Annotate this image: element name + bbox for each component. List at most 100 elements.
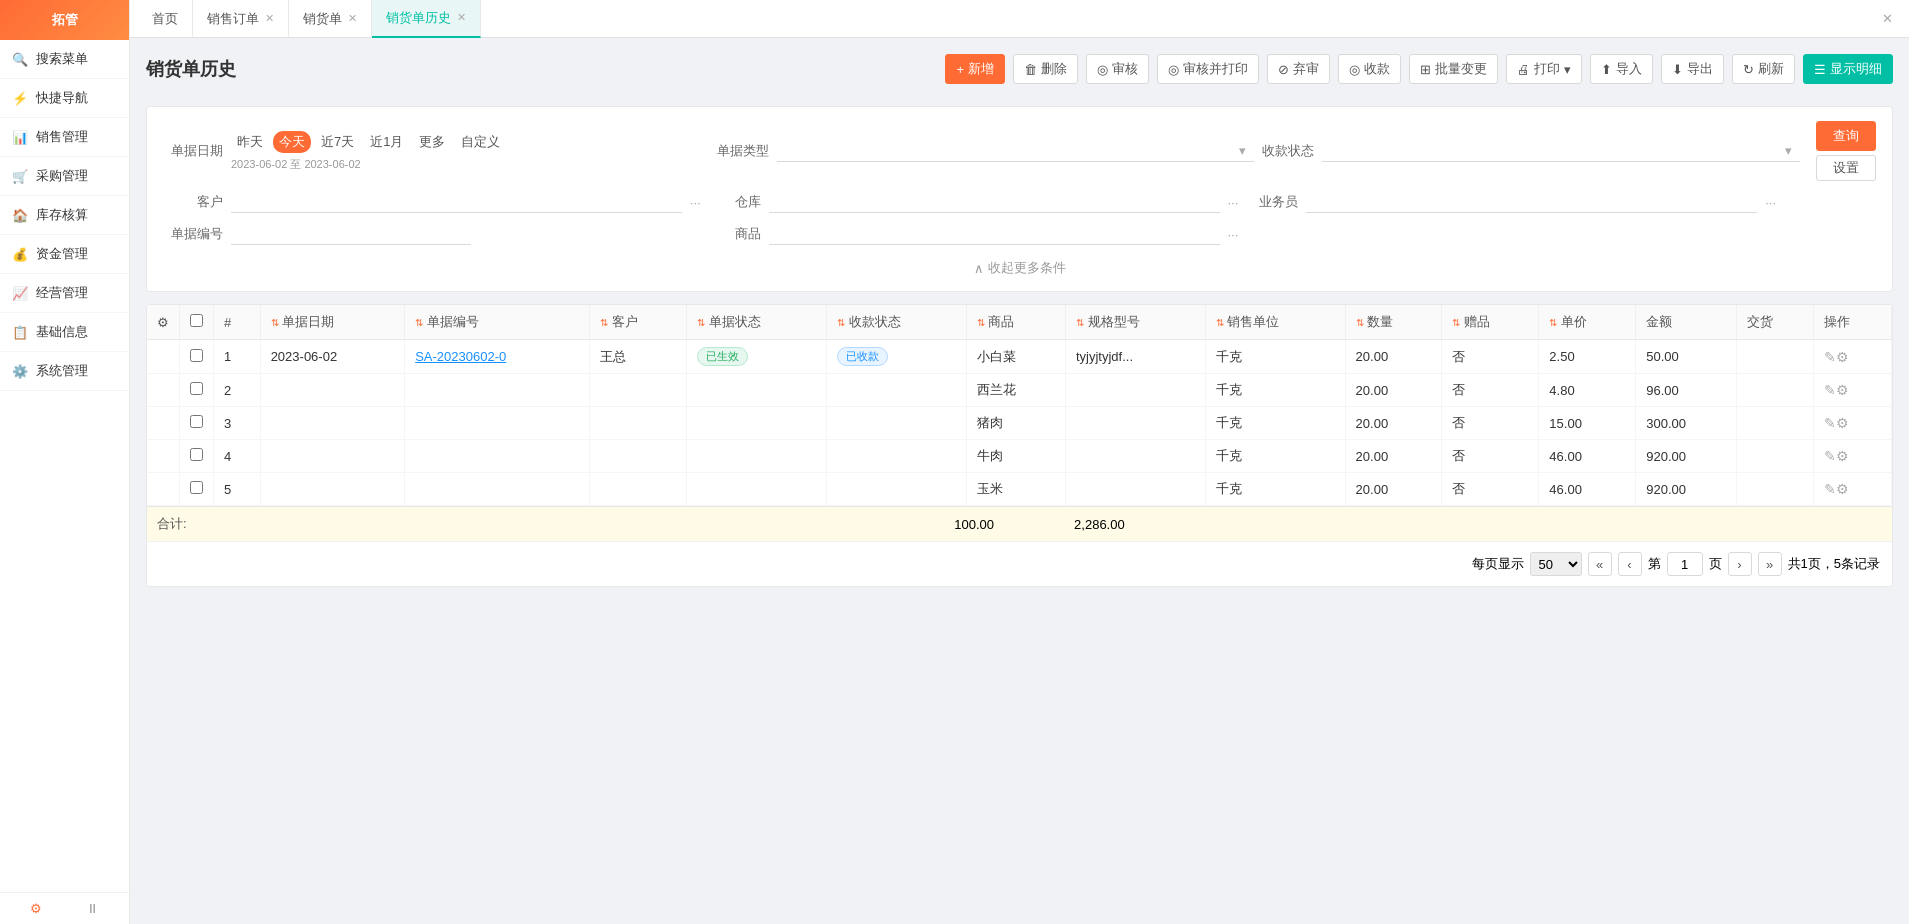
tab-home[interactable]: 首页 [138,0,193,38]
page-prev-button[interactable]: ‹ [1618,552,1642,576]
td-doc-number[interactable]: SA-20230602-0 [405,340,590,374]
refresh-button[interactable]: ↻ 刷新 [1732,54,1795,84]
select-all-checkbox[interactable] [190,314,203,327]
th-customer[interactable]: ⇅ 客户 [590,305,687,340]
th-doc-number[interactable]: ⇅ 单据编号 [405,305,590,340]
tab-sales-order[interactable]: 销售订单 ✕ [193,0,289,38]
tab-sales-delivery[interactable]: 销货单 ✕ [289,0,372,38]
td-checkbox[interactable] [180,407,214,440]
tab-sales-delivery-history[interactable]: 销货单历史 ✕ [372,0,481,38]
customer-dots[interactable]: ··· [690,195,701,210]
close-all-button[interactable]: ✕ [1874,11,1901,26]
audit-button[interactable]: ◎ 审核 [1086,54,1149,84]
delete-button[interactable]: 🗑 删除 [1013,54,1078,84]
td-action[interactable]: ✎⚙ [1814,407,1892,440]
sidebar-item-purchase[interactable]: 🛒 采购管理 [0,157,129,196]
td-action[interactable]: ✎⚙ [1814,340,1892,374]
sidebar-item-inventory[interactable]: 🏠 库存核算 [0,196,129,235]
row-checkbox[interactable] [190,448,203,461]
sidebar-item-quicknav[interactable]: ⚡ 快捷导航 [0,79,129,118]
th-checkbox[interactable] [180,305,214,340]
td-doc-number[interactable] [405,473,590,506]
edit-icon[interactable]: ✎ [1824,448,1836,464]
date-btn-7days[interactable]: 近7天 [315,131,360,153]
edit-icon[interactable]: ✎ [1824,382,1836,398]
setting-button[interactable]: 设置 [1816,155,1876,181]
th-qty[interactable]: ⇅ 数量 [1345,305,1442,340]
settings-icon[interactable]: ⚙ [1836,349,1849,365]
batch-change-button[interactable]: ⊞ 批量变更 [1409,54,1498,84]
settings-icon[interactable]: ⚙ [1836,415,1849,431]
row-checkbox[interactable] [190,349,203,362]
paystatus-select[interactable]: ▾ [1322,140,1800,162]
th-goods[interactable]: ⇅ 商品 [966,305,1065,340]
warehouse-dots[interactable]: ··· [1228,195,1239,210]
date-btn-1month[interactable]: 近1月 [364,131,409,153]
date-btn-more[interactable]: 更多 [413,131,451,153]
sidebar-item-sales[interactable]: 📊 销售管理 [0,118,129,157]
sidebar-item-search[interactable]: 🔍 搜索菜单 [0,40,129,79]
date-btn-today[interactable]: 今天 [273,131,311,153]
td-action[interactable]: ✎⚙ [1814,440,1892,473]
page-first-button[interactable]: « [1588,552,1612,576]
show-detail-button[interactable]: ☰ 显示明细 [1803,54,1893,84]
abandon-button[interactable]: ⊘ 弃审 [1267,54,1330,84]
settings-icon[interactable]: ⚙ [1836,448,1849,464]
th-pay-status[interactable]: ⇅ 收款状态 [827,305,967,340]
td-checkbox[interactable] [180,374,214,407]
goods-input[interactable] [769,223,1220,245]
import-button[interactable]: ⬆ 导入 [1590,54,1653,84]
collapse-button[interactable]: ∧ 收起更多条件 [163,255,1876,277]
print-button[interactable]: 🖨 打印 ▾ [1506,54,1582,84]
th-unit[interactable]: ⇅ 销售单位 [1205,305,1345,340]
date-btn-yesterday[interactable]: 昨天 [231,131,269,153]
td-action[interactable]: ✎⚙ [1814,473,1892,506]
goods-dots[interactable]: ··· [1228,227,1239,242]
customer-input[interactable] [231,191,682,213]
warehouse-input[interactable] [769,191,1220,213]
salesperson-dots[interactable]: ··· [1765,195,1776,210]
date-btn-custom[interactable]: 自定义 [455,131,506,153]
doctype-select[interactable]: ▾ [777,140,1255,162]
docnum-input[interactable] [231,223,471,245]
page-last-button[interactable]: » [1758,552,1782,576]
doc-number-link[interactable]: SA-20230602-0 [415,349,506,364]
close-icon[interactable]: ✕ [265,12,274,25]
sidebar-bottom-icon1[interactable]: ⚙ [30,901,42,916]
salesperson-input[interactable] [1306,191,1757,213]
row-checkbox[interactable] [190,415,203,428]
close-icon[interactable]: ✕ [457,11,466,24]
sidebar-item-basic[interactable]: 📋 基础信息 [0,313,129,352]
sidebar-item-operation[interactable]: 📈 经营管理 [0,274,129,313]
query-button[interactable]: 查询 [1816,121,1876,151]
td-checkbox[interactable] [180,440,214,473]
per-page-select[interactable]: 50 100 200 [1530,552,1582,576]
th-unit-price[interactable]: ⇅ 单价 [1539,305,1636,340]
td-doc-number[interactable] [405,440,590,473]
audit-print-button[interactable]: ◎ 审核并打印 [1157,54,1259,84]
row-checkbox[interactable] [190,481,203,494]
page-next-button[interactable]: › [1728,552,1752,576]
edit-icon[interactable]: ✎ [1824,415,1836,431]
th-settings[interactable]: ⚙ [147,305,180,340]
td-doc-number[interactable] [405,374,590,407]
page-input[interactable] [1667,552,1703,576]
export-button[interactable]: ⬇ 导出 [1661,54,1724,84]
sidebar-bottom-icon2[interactable]: ⏸ [86,901,99,916]
th-doc-date[interactable]: ⇅ 单据日期 [260,305,405,340]
collect-button[interactable]: ◎ 收款 [1338,54,1401,84]
th-doc-status[interactable]: ⇅ 单据状态 [687,305,827,340]
th-spec[interactable]: ⇅ 规格型号 [1065,305,1205,340]
sidebar-item-finance[interactable]: 💰 资金管理 [0,235,129,274]
new-button[interactable]: + 新增 [945,54,1005,84]
settings-icon[interactable]: ⚙ [1836,382,1849,398]
edit-icon[interactable]: ✎ [1824,481,1836,497]
row-checkbox[interactable] [190,382,203,395]
td-doc-number[interactable] [405,407,590,440]
td-action[interactable]: ✎⚙ [1814,374,1892,407]
td-checkbox[interactable] [180,340,214,374]
th-gift[interactable]: ⇅ 赠品 [1442,305,1539,340]
close-icon[interactable]: ✕ [348,12,357,25]
sidebar-item-system[interactable]: ⚙️ 系统管理 [0,352,129,391]
edit-icon[interactable]: ✎ [1824,349,1836,365]
